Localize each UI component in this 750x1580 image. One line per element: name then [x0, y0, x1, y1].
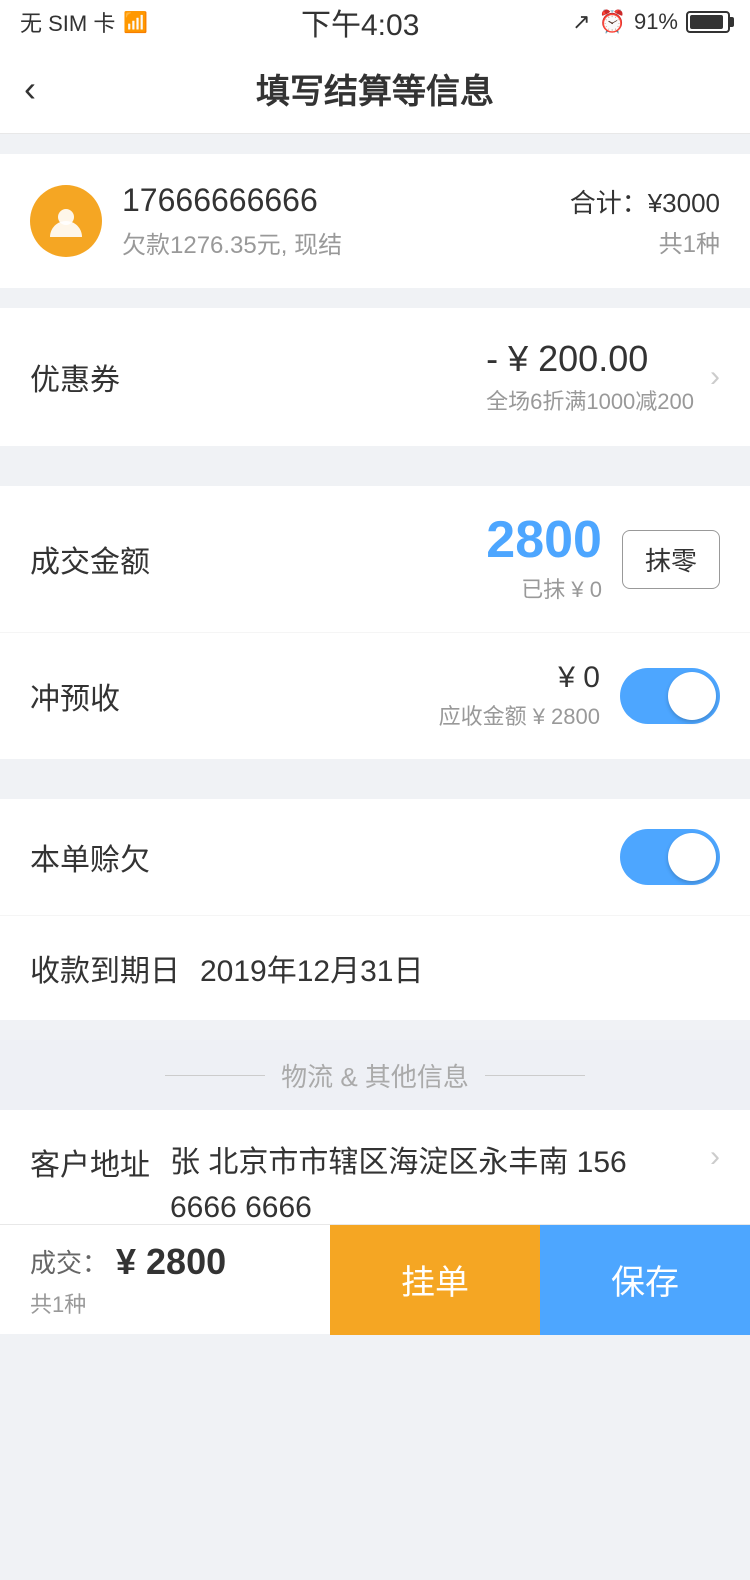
pending-button[interactable]: 挂单: [330, 1225, 540, 1335]
credit-toggle[interactable]: [620, 829, 720, 885]
status-bar: 无 SIM 卡 📶 下午4:03 ↗ ⏰ 91%: [0, 0, 750, 44]
deal-amount-row: 成交金额 2800 已抹 ¥ 0 抹零: [0, 486, 750, 633]
battery-fill: [690, 15, 723, 29]
prepay-toggle[interactable]: [620, 668, 720, 724]
credit-label: 本单赊欠: [30, 835, 150, 879]
avatar: [30, 185, 102, 257]
page-title: 填写结算等信息: [256, 64, 494, 113]
customer-info: 17666666666 欠款1276.35元, 现结: [122, 182, 342, 260]
prepay-values: ¥ 0 应收金额 ¥ 2800: [439, 661, 600, 731]
customer-right: 合计：¥3000 共1种: [570, 183, 720, 259]
coupon-desc: 全场6折满1000减200: [486, 384, 694, 416]
customer-card: 17666666666 欠款1276.35元, 现结 合计：¥3000 共1种: [0, 154, 750, 288]
coupon-discount: - ¥ 200.00: [486, 338, 694, 380]
duedate-value: 2019年12月31日: [200, 946, 423, 990]
deal-amount-value: 2800: [486, 514, 602, 566]
deal-amount-right: 2800 已抹 ¥ 0 抹零: [486, 514, 720, 604]
credit-toggle-knob: [668, 833, 716, 881]
logistics-divider: 物流 & 其他信息: [0, 1040, 750, 1110]
footer-deal-amount: ¥ 2800: [116, 1241, 226, 1283]
nav-bar: ‹ 填写结算等信息: [0, 44, 750, 134]
footer: 成交： ¥ 2800 共1种 挂单 保存: [0, 1224, 750, 1334]
prepay-amount: ¥ 0: [439, 661, 600, 695]
credit-section-wrapper: 本单赊欠 收款到期日 2019年12月31日: [0, 799, 750, 1020]
customer-left: 17666666666 欠款1276.35元, 现结: [30, 182, 342, 260]
coupon-right: - ¥ 200.00 全场6折满1000减200 ›: [486, 338, 720, 416]
status-time: 下午4:03: [301, 0, 419, 44]
prepay-row: 冲预收 ¥ 0 应收金额 ¥ 2800: [0, 633, 750, 759]
carrier-text: 无 SIM 卡: [20, 6, 115, 38]
prepay-right: ¥ 0 应收金额 ¥ 2800: [439, 661, 720, 731]
divider-2: [0, 446, 750, 466]
chevron-right-icon: ›: [710, 360, 720, 394]
wifi-icon: 📶: [123, 10, 148, 35]
divider-1: [0, 288, 750, 308]
divider-3: [0, 759, 750, 779]
footer-count: 共1种: [30, 1287, 300, 1319]
duedate-row: 收款到期日 2019年12月31日: [0, 915, 750, 1020]
logistics-label: 物流 & 其他信息: [165, 1057, 585, 1094]
footer-deal-label: 成交：: [30, 1243, 108, 1280]
prepay-label: 冲预收: [30, 674, 120, 718]
battery-percent: 91%: [634, 9, 678, 35]
coupon-label: 优惠券: [30, 355, 120, 399]
back-button[interactable]: ‹: [24, 68, 36, 110]
address-value: 张 北京市市辖区海淀区永丰南 156 6666 6666: [150, 1140, 710, 1230]
status-right: ↗ ⏰ 91%: [572, 9, 730, 35]
battery-bar: [686, 11, 730, 33]
customer-phone: 17666666666: [122, 182, 342, 219]
content: 17666666666 欠款1276.35元, 现结 合计：¥3000 共1种 …: [0, 154, 750, 1580]
save-button[interactable]: 保存: [540, 1225, 750, 1335]
amount-section: 成交金额 2800 已抹 ¥ 0 抹零 冲预收 ¥ 0 应收金额 ¥ 2800: [0, 486, 750, 759]
customer-debt: 欠款1276.35元, 现结: [122, 225, 342, 260]
credit-row: 本单赊欠: [0, 799, 750, 915]
fuzero-button[interactable]: 抹零: [622, 530, 720, 589]
deal-amount-label: 成交金额: [30, 537, 150, 581]
deal-amount-sub: 已抹 ¥ 0: [486, 572, 602, 604]
total-count: 共1种: [570, 224, 720, 259]
status-left: 无 SIM 卡 📶: [20, 6, 148, 38]
location-icon: ↗: [572, 9, 590, 35]
coupon-row[interactable]: 优惠券 - ¥ 200.00 全场6折满1000减200 ›: [0, 308, 750, 446]
address-label: 客户地址: [30, 1140, 150, 1184]
prepay-receivable: 应收金额 ¥ 2800: [439, 699, 600, 731]
footer-info: 成交： ¥ 2800 共1种: [0, 1241, 330, 1319]
alarm-icon: ⏰: [599, 9, 626, 35]
total-amount: 合计：¥3000: [570, 183, 720, 220]
footer-deal: 成交： ¥ 2800: [30, 1241, 300, 1283]
duedate-label: 收款到期日: [30, 946, 180, 990]
address-chevron-icon: ›: [710, 1140, 720, 1174]
toggle-knob: [668, 672, 716, 720]
